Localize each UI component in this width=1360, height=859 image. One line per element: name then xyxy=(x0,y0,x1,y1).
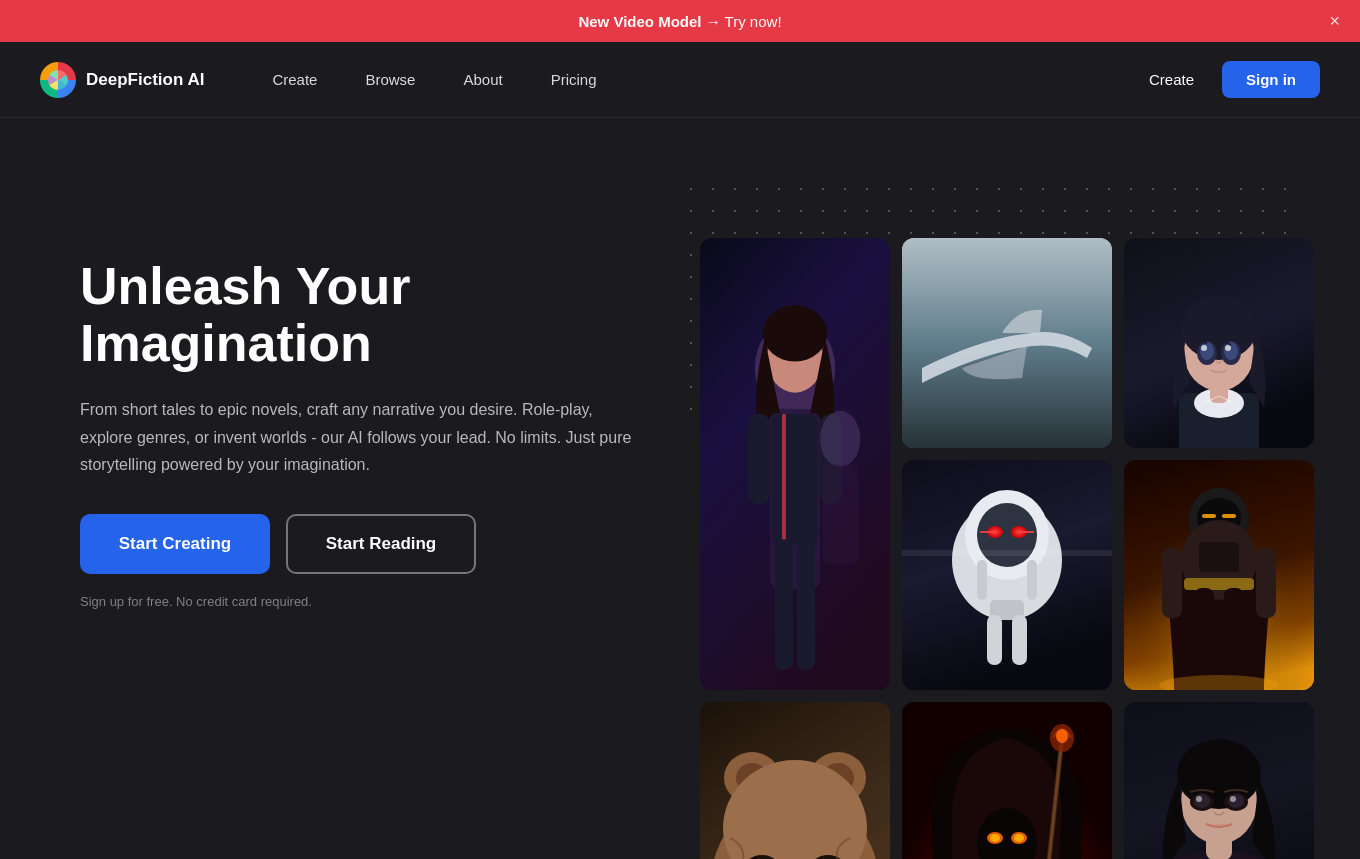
svg-point-38 xyxy=(1201,345,1207,351)
svg-rect-6 xyxy=(782,414,786,545)
svg-point-77 xyxy=(990,834,1000,842)
signin-button[interactable]: Sign in xyxy=(1222,61,1320,98)
nav-create-button[interactable]: Create xyxy=(1133,63,1210,96)
svg-rect-23 xyxy=(977,560,987,600)
image-plane xyxy=(902,238,1112,448)
svg-rect-24 xyxy=(1027,560,1037,600)
nav-link-create[interactable]: Create xyxy=(252,63,337,96)
svg-rect-5 xyxy=(772,414,818,545)
banner-text: New Video Model → Try now! xyxy=(578,13,781,30)
plane-svg xyxy=(902,238,1112,448)
hero-buttons: Start Creating Start Reading xyxy=(80,514,700,574)
logo-icon-inner xyxy=(48,70,68,90)
start-creating-button[interactable]: Start Creating xyxy=(80,514,270,574)
image-dark-mage xyxy=(902,702,1112,859)
image-gallery xyxy=(700,238,1300,859)
svg-rect-27 xyxy=(902,550,1112,556)
anime-girl-svg xyxy=(1124,238,1314,448)
image-woman-portrait xyxy=(1124,702,1314,859)
svg-rect-25 xyxy=(987,615,1002,665)
svg-point-11 xyxy=(820,411,860,467)
svg-rect-48 xyxy=(1184,578,1254,590)
svg-rect-47 xyxy=(1199,542,1239,572)
svg-rect-7 xyxy=(748,414,770,504)
svg-rect-51 xyxy=(1162,548,1182,618)
hero-section: Unleash Your Imagination From short tale… xyxy=(0,118,1360,859)
svg-rect-9 xyxy=(775,539,793,670)
nav-link-pricing[interactable]: Pricing xyxy=(531,63,617,96)
nav-link-browse[interactable]: Browse xyxy=(345,63,435,96)
image-woman-action xyxy=(700,238,890,690)
svg-point-96 xyxy=(1228,794,1244,808)
warrior-svg xyxy=(1124,460,1314,690)
svg-point-78 xyxy=(1014,834,1024,842)
banner-close-button[interactable]: × xyxy=(1329,11,1340,32)
logo[interactable]: DeepFiction AI xyxy=(40,62,204,98)
svg-point-17 xyxy=(977,503,1037,567)
start-reading-button[interactable]: Start Reading xyxy=(286,514,476,574)
logo-text: DeepFiction AI xyxy=(86,70,204,90)
svg-rect-45 xyxy=(1222,514,1236,518)
logo-icon xyxy=(40,62,76,98)
svg-point-33 xyxy=(1181,296,1257,360)
svg-rect-52 xyxy=(1256,548,1276,618)
hero-title: Unleash Your Imagination xyxy=(80,258,700,372)
hero-left: Unleash Your Imagination From short tale… xyxy=(80,178,700,609)
navbar: DeepFiction AI Create Browse About Prici… xyxy=(0,42,1360,118)
hero-description: From short tales to epic novels, craft a… xyxy=(80,396,640,478)
nav-links: Create Browse About Pricing xyxy=(252,63,1133,96)
image-astronaut xyxy=(902,460,1112,690)
image-anime-girl xyxy=(1124,238,1314,448)
woman-action-svg xyxy=(700,238,890,690)
svg-point-36 xyxy=(1200,342,1214,360)
banner-link[interactable]: Try now! xyxy=(725,13,782,30)
svg-point-95 xyxy=(1194,794,1210,808)
nav-actions: Create Sign in xyxy=(1133,61,1320,98)
svg-point-39 xyxy=(1225,345,1231,351)
svg-rect-12 xyxy=(822,464,858,564)
svg-rect-49 xyxy=(1194,588,1214,678)
svg-rect-44 xyxy=(1202,514,1216,518)
svg-rect-10 xyxy=(797,539,815,670)
nav-link-about[interactable]: About xyxy=(443,63,522,96)
woman-portrait-svg xyxy=(1124,702,1314,859)
svg-point-97 xyxy=(1196,796,1202,802)
svg-point-82 xyxy=(1056,729,1068,743)
svg-point-4 xyxy=(763,305,827,361)
hero-note: Sign up for free. No credit card require… xyxy=(80,594,700,609)
dark-mage-svg xyxy=(902,702,1112,859)
svg-rect-50 xyxy=(1224,588,1244,678)
image-bear xyxy=(700,702,890,859)
top-banner: New Video Model → Try now! × xyxy=(0,0,1360,42)
image-warrior xyxy=(1124,460,1314,690)
astronaut-svg xyxy=(902,460,1112,690)
hero-image-grid xyxy=(680,178,1300,858)
bear-svg xyxy=(700,702,890,859)
svg-point-98 xyxy=(1230,796,1236,802)
svg-rect-26 xyxy=(1012,615,1027,665)
